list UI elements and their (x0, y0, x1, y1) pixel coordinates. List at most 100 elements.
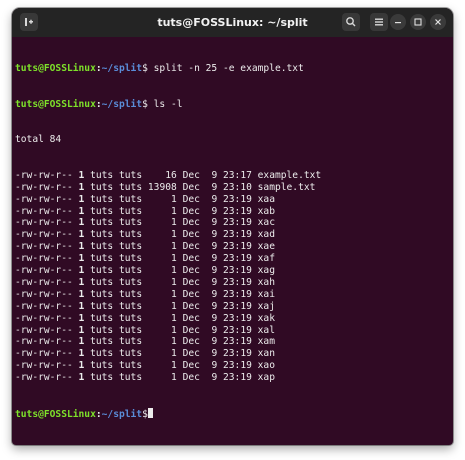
file-size: 1 (147, 288, 177, 300)
file-permissions: -rw-rw-r-- (15, 265, 73, 277)
listing-row: -rw-rw-r-- 1 tuts tuts 1 Dec 9 23:19 xam (15, 336, 449, 348)
file-date: Dec 9 23:19 (182, 300, 252, 312)
new-tab-icon[interactable] (20, 13, 38, 31)
command-line: tuts@FOSSLinux:~/split$ (15, 407, 449, 420)
file-group: tuts (119, 312, 143, 324)
file-group: tuts (119, 193, 143, 205)
prompt-path: ~/split (101, 98, 143, 110)
listing-row: -rw-rw-r-- 1 tuts tuts 1 Dec 9 23:19 xal (15, 325, 449, 337)
listing-rows: -rw-rw-r-- 1 tuts tuts 16 Dec 9 23:17 ex… (15, 170, 449, 384)
file-owner: tuts (90, 253, 114, 265)
file-date: Dec 9 23:19 (182, 205, 252, 217)
file-size: 1 (147, 336, 177, 348)
file-permissions: -rw-rw-r-- (15, 276, 73, 288)
file-date: Dec 9 23:19 (182, 229, 252, 241)
file-date: Dec 9 23:19 (182, 265, 252, 277)
hamburger-menu-icon[interactable] (370, 13, 388, 31)
file-owner: tuts (90, 336, 114, 348)
command-line: tuts@FOSSLinux:~/split$ split -n 25 -e e… (15, 63, 449, 75)
listing-row: -rw-rw-r-- 1 tuts tuts 1 Dec 9 23:19 xag (15, 265, 449, 277)
file-group: tuts (119, 288, 143, 300)
file-group: tuts (119, 348, 143, 360)
file-owner: tuts (90, 241, 114, 253)
file-owner: tuts (90, 181, 114, 193)
file-group: tuts (119, 205, 143, 217)
title-bar[interactable]: tuts@FOSSLinux: ~/split (12, 8, 453, 37)
prompt-user-host: tuts@FOSSLinux (15, 98, 96, 110)
file-name: xad (257, 229, 275, 241)
file-date: Dec 9 23:19 (182, 193, 252, 205)
file-group: tuts (119, 181, 143, 193)
file-name: xab (257, 205, 275, 217)
file-date: Dec 9 23:19 (182, 360, 252, 372)
file-date: Dec 9 23:19 (182, 217, 252, 229)
file-name: xac (257, 217, 275, 229)
minimize-icon-glyph (395, 22, 401, 24)
file-size: 1 (147, 217, 177, 229)
minimize-icon[interactable] (390, 14, 406, 30)
file-group: tuts (119, 300, 143, 312)
file-group: tuts (119, 324, 143, 336)
file-owner: tuts (90, 360, 114, 372)
file-name: xag (257, 265, 275, 277)
file-name: xak (257, 312, 275, 324)
file-permissions: -rw-rw-r-- (15, 336, 73, 348)
listing-row: -rw-rw-r-- 1 tuts tuts 1 Dec 9 23:19 xac (15, 217, 449, 229)
file-group: tuts (119, 217, 143, 229)
file-permissions: -rw-rw-r-- (15, 193, 73, 205)
file-date: Dec 9 23:17 (182, 169, 252, 181)
file-permissions: -rw-rw-r-- (15, 300, 73, 312)
file-group: tuts (119, 336, 143, 348)
file-owner: tuts (90, 300, 114, 312)
file-permissions: -rw-rw-r-- (15, 241, 73, 253)
file-size: 1 (147, 360, 177, 372)
terminal-output[interactable]: tuts@FOSSLinux:~/split$ split -n 25 -e e… (15, 39, 449, 439)
file-name: xaj (257, 300, 275, 312)
file-permissions: -rw-rw-r-- (15, 229, 73, 241)
prompt-path: ~/split (101, 408, 143, 420)
file-permissions: -rw-rw-r-- (15, 253, 73, 265)
file-size: 1 (147, 324, 177, 336)
listing-row: -rw-rw-r-- 1 tuts tuts 1 Dec 9 23:19 xaf (15, 253, 449, 265)
file-owner: tuts (90, 348, 114, 360)
prompt-user-host: tuts@FOSSLinux (15, 62, 96, 74)
prompt-path: ~/split (101, 62, 143, 74)
file-date: Dec 9 23:10 (182, 181, 252, 193)
file-group: tuts (119, 372, 143, 384)
file-group: tuts (119, 265, 143, 277)
file-permissions: -rw-rw-r-- (15, 181, 73, 193)
file-name: xam (257, 336, 275, 348)
file-owner: tuts (90, 276, 114, 288)
file-size: 1 (147, 312, 177, 324)
file-group: tuts (119, 276, 143, 288)
file-owner: tuts (90, 205, 114, 217)
listing-row: -rw-rw-r-- 1 tuts tuts 1 Dec 9 23:19 xai (15, 289, 449, 301)
file-size: 1 (147, 241, 177, 253)
file-permissions: -rw-rw-r-- (15, 288, 73, 300)
file-owner: tuts (90, 312, 114, 324)
file-size: 1 (147, 193, 177, 205)
file-size: 1 (147, 348, 177, 360)
file-permissions: -rw-rw-r-- (15, 169, 73, 181)
file-name: xae (257, 241, 275, 253)
file-date: Dec 9 23:19 (182, 288, 252, 300)
file-size: 1 (147, 205, 177, 217)
file-group: tuts (119, 360, 143, 372)
file-date: Dec 9 23:19 (182, 372, 252, 384)
file-size: 1 (147, 276, 177, 288)
command-text: ls -l (147, 98, 183, 110)
file-group: tuts (119, 169, 143, 181)
listing-row: -rw-rw-r-- 1 tuts tuts 1 Dec 9 23:19 xae (15, 241, 449, 253)
close-icon[interactable] (430, 14, 446, 30)
file-size: 1 (147, 372, 177, 384)
file-permissions: -rw-rw-r-- (15, 217, 73, 229)
file-date: Dec 9 23:19 (182, 241, 252, 253)
maximize-icon[interactable] (410, 14, 426, 30)
file-date: Dec 9 23:19 (182, 348, 252, 360)
listing-row: -rw-rw-r-- 1 tuts tuts 1 Dec 9 23:19 xaj (15, 301, 449, 313)
file-size: 13908 (147, 181, 177, 193)
search-icon[interactable] (342, 13, 360, 31)
terminal-cursor (147, 407, 153, 418)
listing-row: -rw-rw-r-- 1 tuts tuts 1 Dec 9 23:19 xah (15, 277, 449, 289)
file-permissions: -rw-rw-r-- (15, 372, 73, 384)
